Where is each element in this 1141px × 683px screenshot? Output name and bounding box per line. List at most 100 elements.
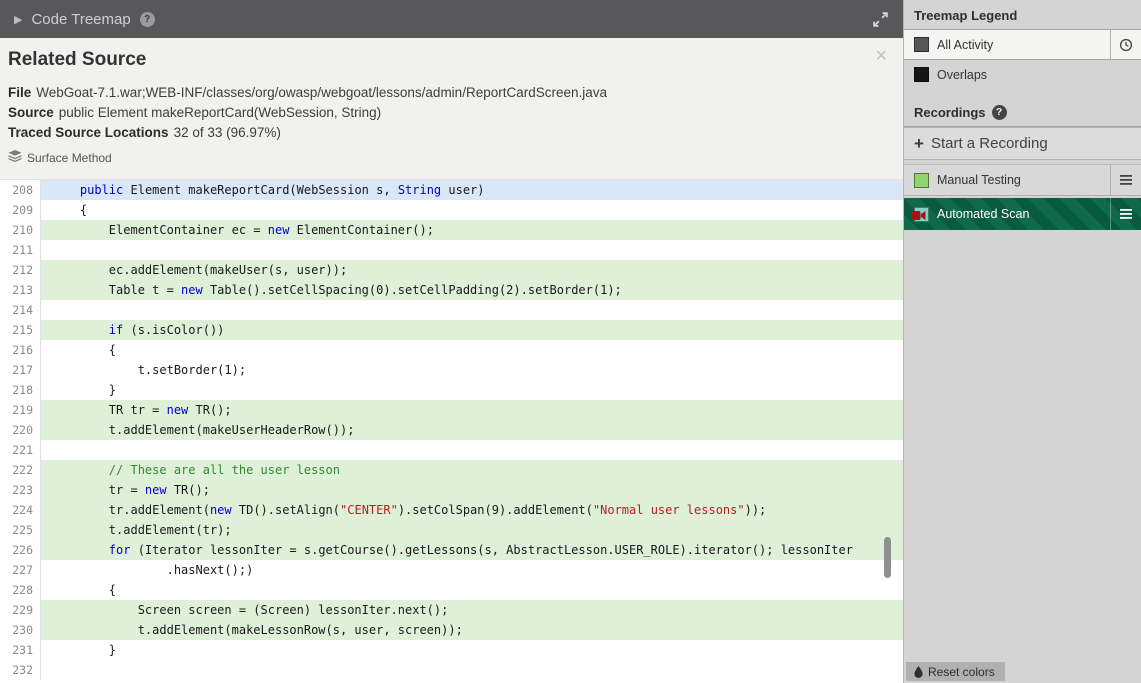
source-label: Source — [8, 105, 54, 120]
clock-icon — [1119, 38, 1133, 51]
code-line: 228 { — [0, 580, 903, 600]
all-activity-label: All Activity — [937, 37, 994, 52]
code-line: 215 if (s.isColor()) — [0, 320, 903, 340]
legend-item-overlaps[interactable]: Overlaps — [904, 60, 1141, 89]
treemap-help-icon[interactable]: ? — [139, 11, 155, 27]
code-text: } — [51, 383, 117, 397]
code-text: tr.addElement(new TD().setAlign("CENTER"… — [41, 500, 903, 520]
automated-scan-menu-button[interactable] — [1110, 198, 1141, 230]
list-icon — [1120, 175, 1132, 185]
reset-colors-button[interactable]: Reset colors — [906, 662, 1005, 681]
code-text: Table t = new Table().setCellSpacing(0).… — [41, 280, 903, 300]
related-source-header: × Related Source File WebGoat-7.1.war;WEB… — [0, 38, 903, 180]
code-text: tr = new TR(); — [41, 480, 903, 500]
code-line: 227 .hasNext();) — [0, 560, 903, 580]
code-line: 211 — [0, 240, 903, 260]
recordings-help-icon[interactable]: ? — [991, 105, 1007, 120]
line-number: 216 — [0, 340, 41, 360]
code-text: if (s.isColor()) — [41, 320, 903, 340]
start-recording-label: Start a Recording — [930, 135, 1048, 152]
code-line: 213 Table t = new Table().setCellSpacing… — [0, 280, 903, 300]
code-line: 214 — [0, 300, 903, 320]
line-number: 223 — [0, 480, 41, 500]
reset-colors-label: Reset colors — [928, 664, 995, 679]
code-text: t.addElement(makeUserHeaderRow()); — [41, 420, 903, 440]
code-line: 218 } — [0, 380, 903, 400]
code-text: { — [51, 343, 117, 357]
file-row: File WebGoat-7.1.war;WEB-INF/classes/org/… — [8, 83, 889, 103]
line-number: 231 — [0, 640, 41, 660]
source-row: Source public Element makeReportCard(WebS… — [8, 103, 889, 123]
code-line: 231 } — [0, 640, 903, 660]
recording-item-manual-testing[interactable]: Manual Testing — [904, 164, 1141, 196]
code-text: ElementContainer ec = new ElementContain… — [41, 220, 903, 240]
line-number: 208 — [0, 180, 41, 200]
traced-row: Traced Source Locations 32 of 33 (96.97%) — [8, 123, 889, 143]
code-line: 212 ec.addElement(makeUser(s, user)); — [0, 260, 903, 280]
line-number: 224 — [0, 500, 41, 520]
all-activity-swatch — [914, 37, 929, 52]
line-number: 213 — [0, 280, 41, 300]
source-value: public Element makeReportCard(WebSession… — [58, 105, 382, 120]
code-line: 219 TR tr = new TR(); — [0, 400, 903, 420]
collapse-panel-icon[interactable]: ▶ — [14, 13, 22, 26]
automated-scan-label: Automated Scan — [937, 207, 1030, 221]
expand-fullscreen-icon[interactable] — [872, 11, 889, 28]
start-recording-button[interactable]: + Start a Recording — [904, 127, 1141, 160]
code-line: 221 — [0, 440, 903, 460]
code-line: 217 t.setBorder(1); — [0, 360, 903, 380]
app-root: ▶ Code Treemap ? × Related Source File We… — [0, 0, 1141, 683]
close-icon[interactable]: × — [875, 46, 887, 66]
overlaps-swatch — [914, 67, 929, 82]
line-number: 228 — [0, 580, 41, 600]
code-scrollbar-thumb[interactable] — [884, 537, 891, 578]
legend-item-all-activity[interactable]: All Activity — [904, 30, 1141, 60]
code-line: 209 { — [0, 200, 903, 220]
code-text: } — [51, 643, 117, 657]
line-number: 211 — [0, 240, 41, 260]
code-line: 232 — [0, 660, 903, 680]
file-value: WebGoat-7.1.war;WEB-INF/classes/org/owas… — [36, 85, 608, 100]
line-number: 221 — [0, 440, 41, 460]
code-text: TR tr = new TR(); — [41, 400, 903, 420]
line-number: 229 — [0, 600, 41, 620]
line-number: 222 — [0, 460, 41, 480]
automated-scan-swatch — [911, 206, 929, 222]
traced-label: Traced Source Locations — [8, 125, 169, 140]
recordings-header: Recordings ? — [904, 97, 1141, 127]
line-number: 218 — [0, 380, 41, 400]
list-icon — [1120, 209, 1132, 219]
line-number: 227 — [0, 560, 41, 580]
code-text: { — [51, 583, 117, 597]
related-source-overlay: × Related Source File WebGoat-7.1.war;WEB… — [0, 38, 903, 683]
manual-testing-label: Manual Testing — [937, 173, 1021, 187]
recordings-title: Recordings — [914, 105, 986, 120]
line-number: 209 — [0, 200, 41, 220]
treemap-header-bar: ▶ Code Treemap ? — [0, 0, 903, 38]
line-number: 232 — [0, 660, 41, 680]
activity-history-button[interactable] — [1110, 30, 1141, 59]
recording-item-automated-scan[interactable]: Automated Scan — [904, 198, 1141, 230]
code-text: .hasNext();) — [51, 563, 254, 577]
line-number: 210 — [0, 220, 41, 240]
related-source-title: Related Source — [8, 49, 147, 70]
code-line: 210 ElementContainer ec = new ElementCon… — [0, 220, 903, 240]
surface-method-row: Surface Method — [8, 150, 889, 165]
code-text: t.setBorder(1); — [51, 363, 247, 377]
code-text: { — [51, 203, 88, 217]
layers-icon — [8, 150, 22, 165]
code-line: 223 tr = new TR(); — [0, 480, 903, 500]
code-treemap-panel: ▶ Code Treemap ? × Related Source File We… — [0, 0, 903, 683]
code-viewer: 208 public Element makeReportCard(WebSes… — [0, 180, 903, 683]
legend-header: Treemap Legend — [904, 0, 1141, 30]
code-text: // These are all the user lesson — [41, 460, 903, 480]
line-number: 220 — [0, 420, 41, 440]
code-text: t.addElement(tr); — [41, 520, 903, 540]
manual-testing-menu-button[interactable] — [1110, 165, 1141, 195]
overlaps-label: Overlaps — [937, 67, 988, 82]
code-line: 216 { — [0, 340, 903, 360]
line-number: 226 — [0, 540, 41, 560]
